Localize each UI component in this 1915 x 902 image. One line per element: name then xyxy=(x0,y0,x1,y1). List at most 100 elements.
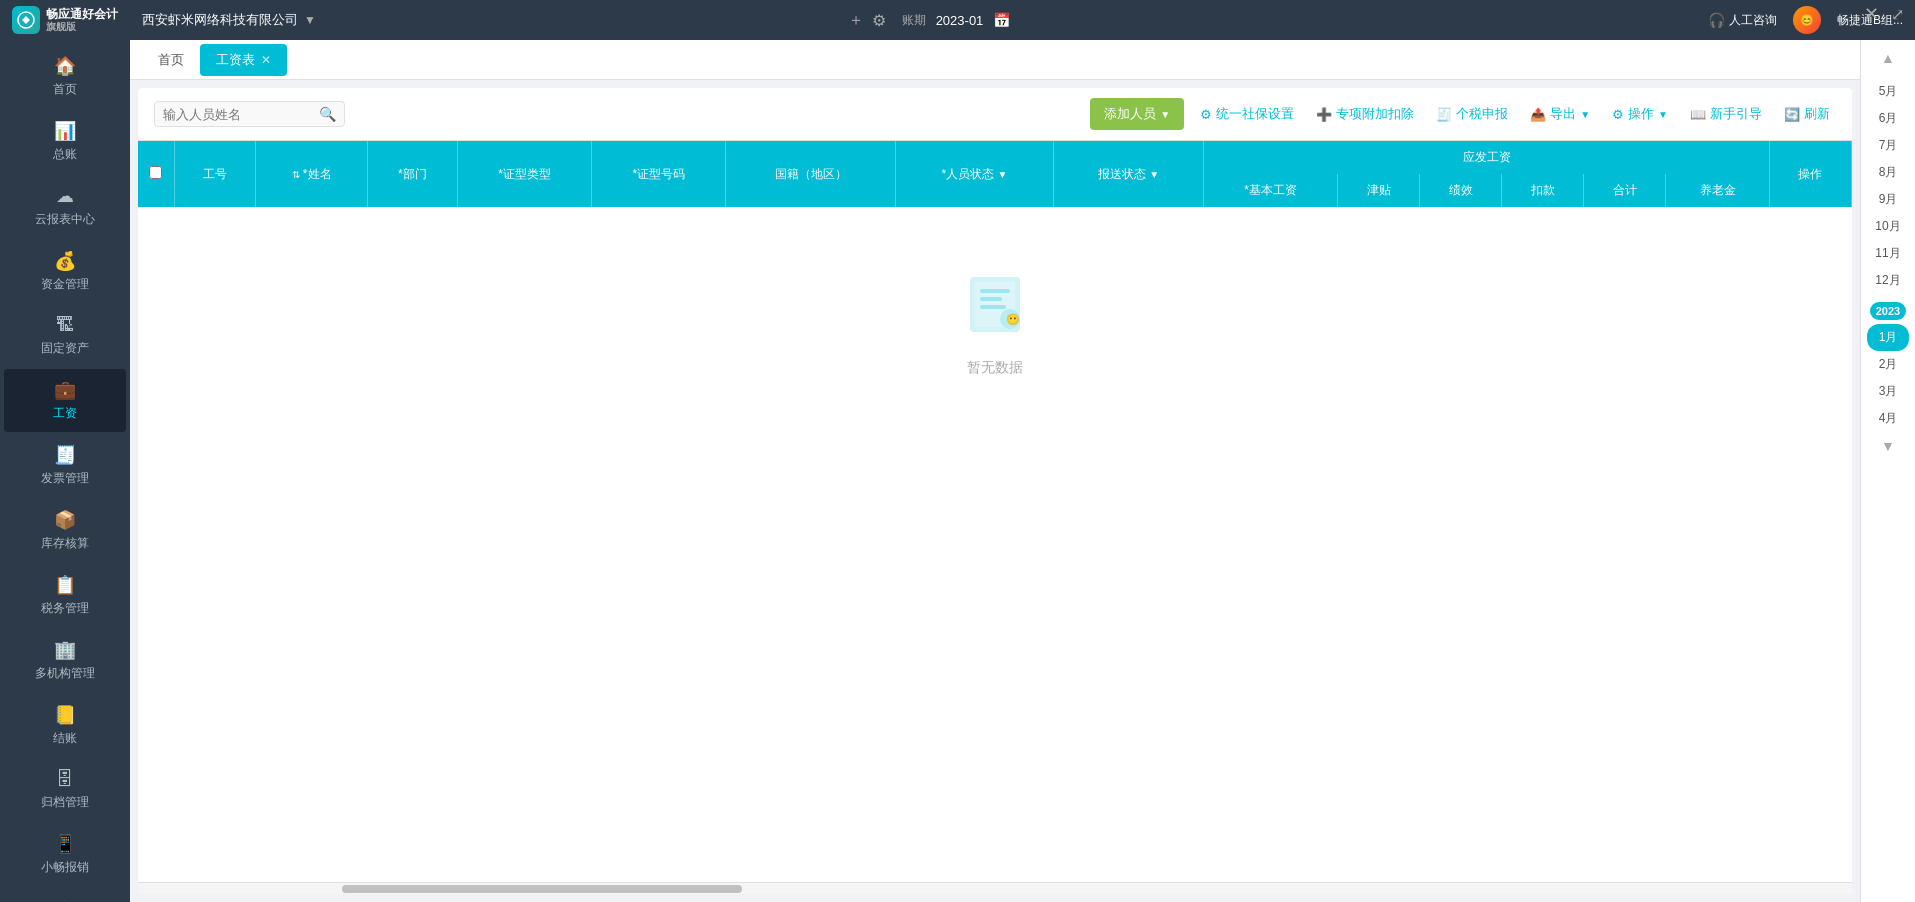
tax-report-btn[interactable]: 🧾 个税申报 xyxy=(1430,105,1514,123)
company-name: 西安虾米网络科技有限公司 xyxy=(142,11,298,29)
current-year-badge: 2023 xyxy=(1870,302,1906,320)
sidebar-item-tax[interactable]: 📋 税务管理 xyxy=(4,564,126,627)
special-deduction-btn[interactable]: ➕ 专项附加扣除 xyxy=(1310,105,1420,123)
sidebar-label-inventory: 库存核算 xyxy=(41,535,89,552)
month-11[interactable]: 11月 xyxy=(1861,240,1915,267)
social-insurance-btn[interactable]: ⚙ 统一社保设置 xyxy=(1194,105,1300,123)
report-filter-icon[interactable]: ▼ xyxy=(1149,169,1159,180)
sidebar-item-close-account[interactable]: 📒 结账 xyxy=(4,694,126,757)
calendar-icon[interactable]: 📅 xyxy=(993,12,1010,28)
sidebar-label-capital: 资金管理 xyxy=(41,276,89,293)
search-icon: 🔍 xyxy=(319,106,336,122)
search-wrap[interactable]: 🔍 xyxy=(154,101,345,127)
th-checkbox[interactable] xyxy=(138,141,174,207)
month-9[interactable]: 9月 xyxy=(1861,186,1915,213)
guide-label: 新手引导 xyxy=(1710,105,1762,123)
social-label: 统一社保设置 xyxy=(1216,105,1294,123)
th-id-type: *证型类型 xyxy=(458,141,592,207)
bottom-scrollbar[interactable] xyxy=(138,882,1852,894)
tab-close-icon[interactable]: ✕ xyxy=(261,53,271,67)
window-controls: ✕ ⤢ xyxy=(1861,4,1907,24)
tab-salary-table[interactable]: 工资表 ✕ xyxy=(200,44,287,76)
scroll-thumb[interactable] xyxy=(342,885,742,893)
logo-area: 畅应通好会计 旗舰版 xyxy=(12,6,142,34)
top-header: 畅应通好会计 旗舰版 西安虾米网络科技有限公司 ▼ ＋ ⚙ 账期 2023-01… xyxy=(0,0,1915,40)
month-7[interactable]: 7月 xyxy=(1861,132,1915,159)
empty-text: 暂无数据 xyxy=(967,359,1023,377)
app-subtitle: 旗舰版 xyxy=(46,21,118,33)
close-account-icon: 📒 xyxy=(54,704,76,726)
search-input[interactable] xyxy=(163,107,313,122)
sidebar-item-ledger[interactable]: 📊 总账 xyxy=(4,110,126,173)
month-2[interactable]: 2月 xyxy=(1861,351,1915,378)
add-person-label: 添加人员 xyxy=(1104,105,1156,123)
user-icon: 😊 xyxy=(1800,14,1814,27)
month-8[interactable]: 8月 xyxy=(1861,159,1915,186)
status-filter-icon[interactable]: ▼ xyxy=(998,169,1008,180)
headset-icon: 🎧 xyxy=(1708,12,1725,28)
expense-icon: 📱 xyxy=(54,833,76,855)
month-12[interactable]: 12月 xyxy=(1861,267,1915,294)
date-panel-up-arrow[interactable]: ▲ xyxy=(1875,44,1901,72)
sidebar-item-settings[interactable]: ⚙ 基础设置 xyxy=(4,888,126,902)
refresh-btn[interactable]: 🔄 刷新 xyxy=(1778,105,1836,123)
company-dropdown-icon[interactable]: ▼ xyxy=(304,13,316,27)
toolbar: 🔍 添加人员 ▼ ⚙ 统一社保设置 ➕ 专项附加扣除 🧾 个税申报 xyxy=(138,88,1852,141)
operation-btn[interactable]: ⚙ 操作 ▼ xyxy=(1606,105,1674,123)
window-expand-btn[interactable]: ⤢ xyxy=(1887,4,1907,24)
add-person-button[interactable]: 添加人员 ▼ xyxy=(1090,98,1184,130)
assets-icon: 🏗 xyxy=(56,315,74,336)
sidebar-item-multi-org[interactable]: 🏢 多机构管理 xyxy=(4,629,126,692)
human-service-btn[interactable]: 🎧 人工咨询 xyxy=(1708,12,1777,29)
month-10[interactable]: 10月 xyxy=(1861,213,1915,240)
svg-text:😶: 😶 xyxy=(1006,312,1020,326)
sidebar-item-expense[interactable]: 📱 小畅报销 xyxy=(4,823,126,886)
inventory-icon: 📦 xyxy=(54,509,76,531)
sidebar-item-capital[interactable]: 💰 资金管理 xyxy=(4,240,126,303)
month-5[interactable]: 5月 xyxy=(1861,78,1915,105)
add-company-icon[interactable]: ＋ xyxy=(848,10,864,31)
svg-rect-5 xyxy=(980,305,1006,309)
company-selector[interactable]: 西安虾米网络科技有限公司 ▼ xyxy=(142,11,840,29)
th-id-number: *证型号码 xyxy=(592,141,726,207)
sidebar-label-multi: 多机构管理 xyxy=(35,665,95,682)
sidebar-item-assets[interactable]: 🏗 固定资产 xyxy=(4,305,126,367)
export-icon: 📤 xyxy=(1530,107,1546,122)
guide-btn[interactable]: 📖 新手引导 xyxy=(1684,105,1768,123)
month-4[interactable]: 4月 xyxy=(1861,405,1915,432)
tax-icon: 📋 xyxy=(54,574,76,596)
user-avatar[interactable]: 😊 xyxy=(1793,6,1821,34)
select-all-checkbox[interactable] xyxy=(149,166,162,179)
th-operation: 操作 xyxy=(1769,141,1851,207)
settings-icon[interactable]: ⚙ xyxy=(872,11,886,30)
sidebar-label-cloud: 云报表中心 xyxy=(35,211,95,228)
tab-salary-label: 工资表 xyxy=(216,51,255,69)
th-name: ⇅ *姓名 xyxy=(256,141,367,207)
sidebar-label-archive: 归档管理 xyxy=(41,794,89,811)
export-btn[interactable]: 📤 导出 ▼ xyxy=(1524,105,1596,123)
th-dept: *部门 xyxy=(367,141,457,207)
window-close-btn[interactable]: ✕ xyxy=(1861,4,1881,24)
table-container: 工号 ⇅ *姓名 *部门 *证型类型 *证型号码 国籍（地区） *人员状态 ▼ xyxy=(138,141,1852,882)
app-title: 畅应通好会计 xyxy=(46,7,118,21)
sidebar-item-invoice[interactable]: 🧾 发票管理 xyxy=(4,434,126,497)
sidebar-item-cloud-report[interactable]: ☁ 云报表中心 xyxy=(4,175,126,238)
sidebar: 🏠 首页 📊 总账 ☁ 云报表中心 💰 资金管理 🏗 固定资产 💼 工资 🧾 发… xyxy=(0,40,130,902)
operation-icon: ⚙ xyxy=(1612,107,1624,122)
period-value: 2023-01 xyxy=(936,13,984,28)
tax-icon-tb: 🧾 xyxy=(1436,107,1452,122)
tab-home[interactable]: 首页 xyxy=(142,44,200,76)
export-chevron-icon: ▼ xyxy=(1580,109,1590,120)
home-icon: 🏠 xyxy=(54,55,76,77)
sidebar-item-inventory[interactable]: 📦 库存核算 xyxy=(4,499,126,562)
month-6[interactable]: 6月 xyxy=(1861,105,1915,132)
sidebar-item-salary[interactable]: 💼 工资 xyxy=(4,369,126,432)
sidebar-item-archive[interactable]: 🗄 归档管理 xyxy=(4,759,126,821)
sidebar-item-home[interactable]: 🏠 首页 xyxy=(4,45,126,108)
th-total: 合计 xyxy=(1584,174,1666,207)
add-person-chevron-icon: ▼ xyxy=(1160,109,1170,120)
month-1[interactable]: 1月 xyxy=(1867,324,1909,351)
date-panel-down-arrow[interactable]: ▼ xyxy=(1875,432,1901,460)
month-3[interactable]: 3月 xyxy=(1861,378,1915,405)
tabs-bar: 首页 工资表 ✕ xyxy=(130,40,1860,80)
